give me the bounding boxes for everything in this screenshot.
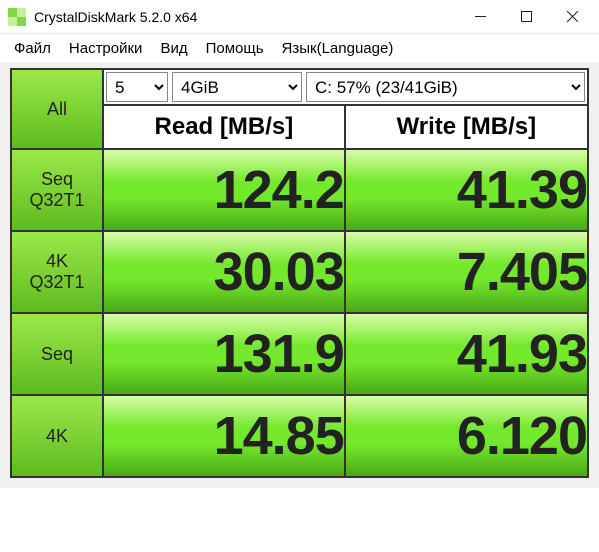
menu-help[interactable]: Помощь (198, 38, 272, 59)
count-select[interactable]: 5 (106, 72, 168, 102)
read-header: Read [MB/s] (103, 105, 345, 149)
seq-button[interactable]: Seq (11, 313, 103, 395)
4k-write: 6.120 (345, 395, 588, 477)
maximize-button[interactable] (503, 2, 549, 32)
minimize-button[interactable] (457, 2, 503, 32)
4k-read: 14.85 (103, 395, 345, 477)
menu-settings[interactable]: Настройки (61, 38, 151, 59)
4k-button[interactable]: 4K (11, 395, 103, 477)
4k-q32t1-write: 7.405 (345, 231, 588, 313)
menu-language[interactable]: Язык(Language) (274, 38, 402, 59)
controls-row: 5 4GiB C: 57% (23/41GiB) (104, 70, 587, 104)
seq-q32t1-button[interactable]: SeqQ32T1 (11, 149, 103, 231)
seq-write: 41.93 (345, 313, 588, 395)
all-button[interactable]: All (11, 69, 103, 149)
menu-file[interactable]: Файл (6, 38, 59, 59)
all-button-label: All (12, 99, 102, 120)
seq-read: 131.9 (103, 313, 345, 395)
titlebar: CrystalDiskMark 5.2.0 x64 (0, 0, 599, 34)
4k-q32t1-button[interactable]: 4KQ32T1 (11, 231, 103, 313)
menu-view[interactable]: Вид (152, 38, 195, 59)
close-button[interactable] (549, 2, 595, 32)
menubar: Файл Настройки Вид Помощь Язык(Language) (0, 34, 599, 62)
app-icon (8, 8, 26, 26)
write-header: Write [MB/s] (345, 105, 588, 149)
benchmark-table: All 5 4GiB C: 57% (23/41GiB) Read [MB/s]… (10, 68, 589, 478)
seq-q32t1-read: 124.2 (103, 149, 345, 231)
content-area: All 5 4GiB C: 57% (23/41GiB) Read [MB/s]… (0, 62, 599, 488)
drive-select[interactable]: C: 57% (23/41GiB) (306, 72, 585, 102)
size-select[interactable]: 4GiB (172, 72, 302, 102)
seq-q32t1-write: 41.39 (345, 149, 588, 231)
4k-q32t1-read: 30.03 (103, 231, 345, 313)
window-title: CrystalDiskMark 5.2.0 x64 (34, 9, 457, 25)
